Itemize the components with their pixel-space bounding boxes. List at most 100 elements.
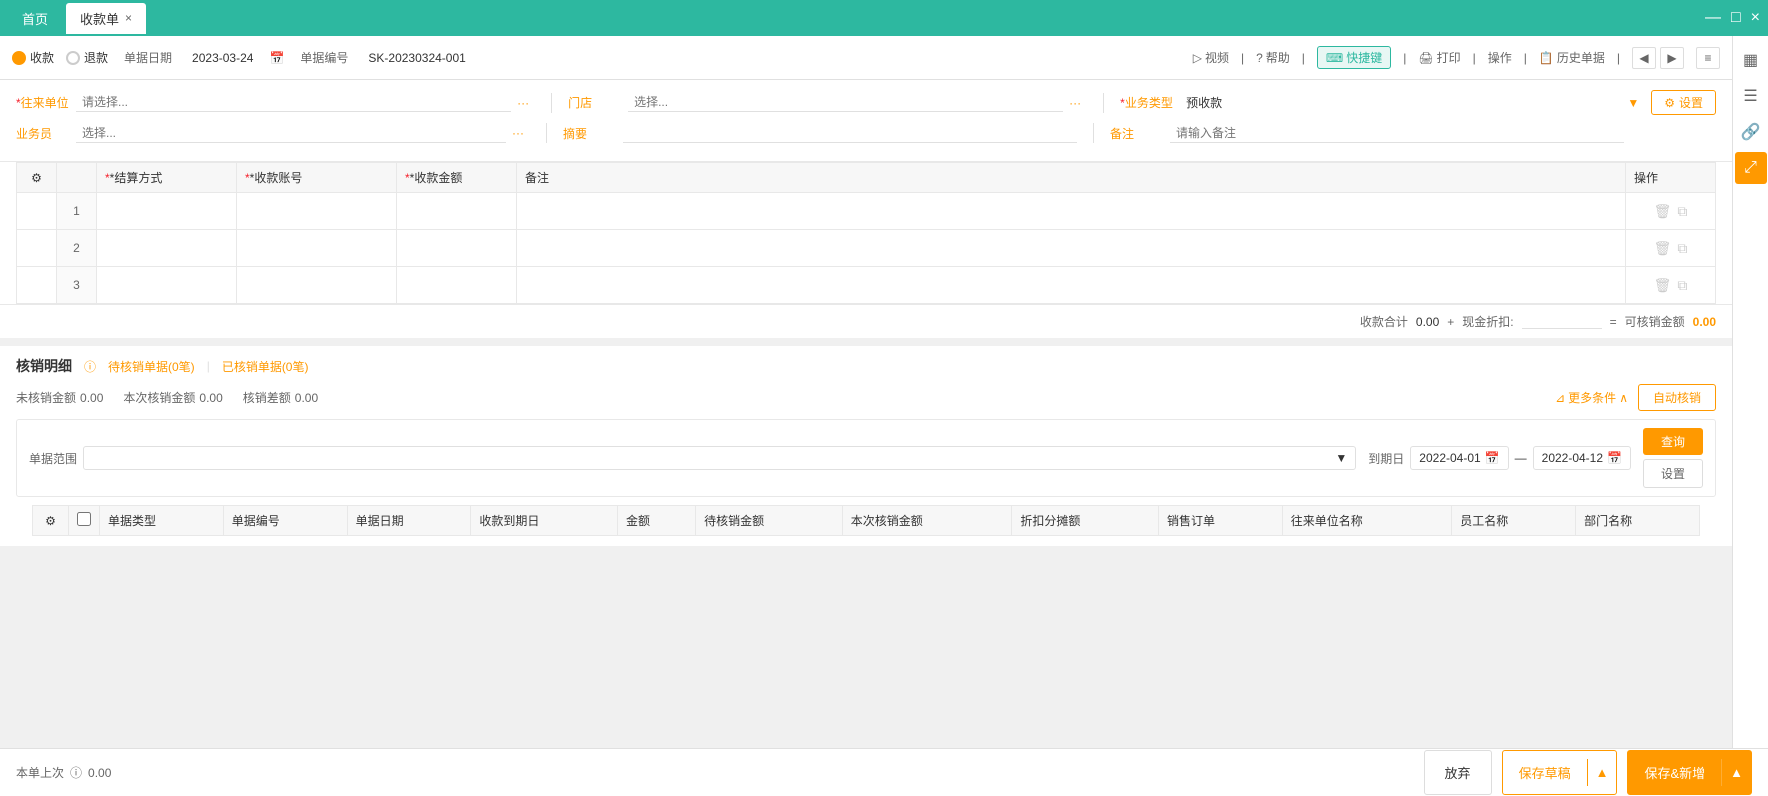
done-tab[interactable]: 已核销单据(0笔) xyxy=(222,358,309,375)
history-btn[interactable]: 📋 历史单据 xyxy=(1539,49,1605,66)
row3-notes[interactable] xyxy=(517,267,1626,304)
shortcut-btn[interactable]: ⌨ 快捷键 xyxy=(1317,46,1391,69)
right-sidebar: ▦ ☰ 🔗 ⤢ xyxy=(1732,36,1768,796)
pending-tab[interactable]: 待核销单据(0笔) xyxy=(108,358,195,375)
equals-sign: = xyxy=(1610,315,1617,329)
save-new-arrow-icon[interactable]: ▲ xyxy=(1721,759,1751,786)
sidebar-table-icon[interactable]: ▦ xyxy=(1735,44,1767,76)
table-row: 3 🗑 ⧉ xyxy=(17,267,1716,304)
unverif-label: 未核销金额 xyxy=(16,389,76,406)
query-btn[interactable]: 查询 xyxy=(1643,428,1703,455)
sidebar-attachment-icon[interactable]: 🔗 xyxy=(1735,116,1767,148)
row1-payment[interactable] xyxy=(97,193,237,230)
row2-account[interactable] xyxy=(237,230,397,267)
row3-delete-icon[interactable]: 🗑 xyxy=(1654,277,1672,294)
row3-amount[interactable] xyxy=(397,267,517,304)
salesperson-field: 业务员 ··· xyxy=(16,124,530,143)
row2-amount[interactable] xyxy=(397,230,517,267)
col-amount-header: **收款金额 xyxy=(397,163,517,193)
select-all-checkbox[interactable] xyxy=(77,512,91,526)
prev-info-icon[interactable]: ⓘ xyxy=(70,764,82,781)
row3-copy-icon[interactable]: ⧉ xyxy=(1677,277,1687,294)
save-new-btn[interactable]: 保存&新增 ▲ xyxy=(1627,750,1752,795)
summary-input[interactable] xyxy=(623,124,1077,143)
help-btn[interactable]: ? 帮助 xyxy=(1256,49,1290,66)
date-to-input[interactable]: 2022-04-12 📅 xyxy=(1533,446,1631,470)
nav-next-btn[interactable]: ▶ xyxy=(1660,47,1684,69)
save-draft-btn[interactable]: 保存草稿 ▲ xyxy=(1502,750,1618,795)
row1-account[interactable] xyxy=(237,193,397,230)
tab-active[interactable]: 收款单 × xyxy=(66,3,146,34)
col-settings-header[interactable]: ⚙ xyxy=(17,163,57,193)
date-from-calendar-icon[interactable]: 📅 xyxy=(1485,451,1500,465)
save-new-label: 保存&新增 xyxy=(1628,757,1721,788)
row1-amount[interactable] xyxy=(397,193,517,230)
row1-delete-icon[interactable]: 🗑 xyxy=(1654,203,1672,220)
tab-home[interactable]: 首页 xyxy=(8,3,62,34)
bottom-col-settings[interactable]: ⚙ xyxy=(33,506,69,536)
layout-btn[interactable]: ≡ xyxy=(1696,47,1720,69)
store-input[interactable] xyxy=(628,93,1063,112)
table-row: 1 🗑 ⧉ xyxy=(17,193,1716,230)
nav-prev-btn[interactable]: ◀ xyxy=(1632,47,1656,69)
auto-verif-btn[interactable]: 自动核销 xyxy=(1638,384,1716,411)
more-cond-btn[interactable]: ⊿ 更多条件 ∧ xyxy=(1555,389,1628,406)
col-action-header: 操作 xyxy=(1626,163,1716,193)
salesperson-input[interactable] xyxy=(76,124,506,143)
current-verif-label: 本次核销金额 xyxy=(123,389,195,406)
history-icon: 📋 xyxy=(1539,51,1554,65)
sidebar-list-icon[interactable]: ☰ xyxy=(1735,80,1767,112)
verif-info-icon[interactable]: ⓘ xyxy=(84,358,96,375)
range-select[interactable]: ▼ xyxy=(83,446,1356,470)
abandon-btn[interactable]: 放弃 xyxy=(1424,750,1492,795)
prev-value: 0.00 xyxy=(88,766,111,780)
row2-copy-icon[interactable]: ⧉ xyxy=(1677,240,1687,257)
minimize-btn[interactable]: — xyxy=(1705,9,1721,27)
divider-4 xyxy=(1093,123,1094,143)
row2-delete-icon[interactable]: 🗑 xyxy=(1654,240,1672,257)
row1-action: 🗑 ⧉ xyxy=(1626,193,1716,230)
row3-payment[interactable] xyxy=(97,267,237,304)
bottom-col-current: 本次核销金额 xyxy=(842,506,1012,536)
collect-total-value: 0.00 xyxy=(1416,315,1439,329)
operation-btn[interactable]: 操作 xyxy=(1488,49,1512,66)
date-from-input[interactable]: 2022-04-01 📅 xyxy=(1410,446,1508,470)
partner-more-btn[interactable]: ··· xyxy=(511,96,535,110)
col-account-header: **收款账号 xyxy=(237,163,397,193)
row1-copy-icon[interactable]: ⧉ xyxy=(1677,203,1687,220)
date-to-calendar-icon[interactable]: 📅 xyxy=(1607,451,1622,465)
save-draft-arrow-icon[interactable]: ▲ xyxy=(1587,759,1617,786)
date-to-value: 2022-04-12 xyxy=(1542,451,1603,465)
radio-collect[interactable]: 收款 xyxy=(12,49,54,66)
date-calendar-icon[interactable]: 📅 xyxy=(269,51,284,65)
setting-btn[interactable]: ⚙ 设置 xyxy=(1651,90,1716,115)
row2-payment[interactable] xyxy=(97,230,237,267)
filter-setting-btn[interactable]: 设置 xyxy=(1643,459,1703,488)
notes-input[interactable] xyxy=(1170,124,1624,143)
sidebar-expand-icon[interactable]: ⤢ xyxy=(1735,152,1767,184)
cash-discount-input[interactable] xyxy=(1522,314,1602,329)
shortcut-icon: ⌨ xyxy=(1326,51,1343,65)
setting-field: ⚙ 设置 xyxy=(1651,90,1716,115)
row1-notes[interactable] xyxy=(517,193,1626,230)
radio-refund[interactable]: 退款 xyxy=(66,49,108,66)
current-verif-value: 0.00 xyxy=(199,391,222,405)
salesperson-more-btn[interactable]: ··· xyxy=(506,126,530,140)
tab-close-icon[interactable]: × xyxy=(125,11,132,25)
close-btn[interactable]: × xyxy=(1751,9,1760,27)
row2-notes[interactable] xyxy=(517,230,1626,267)
biz-type-dropdown-icon[interactable]: ▼ xyxy=(1627,96,1639,110)
row2-num: 2 xyxy=(57,230,97,267)
section-divider xyxy=(0,338,1732,346)
biz-type-label: *业务类型 xyxy=(1120,94,1180,111)
bottom-col-checkbox[interactable] xyxy=(69,506,100,536)
partner-input[interactable] xyxy=(76,93,511,112)
summary-field: 摘要 xyxy=(563,124,1077,143)
print-btn[interactable]: 🖨 打印 xyxy=(1418,49,1460,66)
store-more-btn[interactable]: ··· xyxy=(1063,96,1087,110)
video-btn[interactable]: ▷ 视频 xyxy=(1193,49,1229,66)
maximize-btn[interactable]: □ xyxy=(1731,9,1741,27)
main-scroll[interactable]: *往来单位 ··· 门店 ··· *业务类型 预收款 ▼ xyxy=(0,80,1768,748)
table-row: 2 🗑 ⧉ xyxy=(17,230,1716,267)
row3-account[interactable] xyxy=(237,267,397,304)
